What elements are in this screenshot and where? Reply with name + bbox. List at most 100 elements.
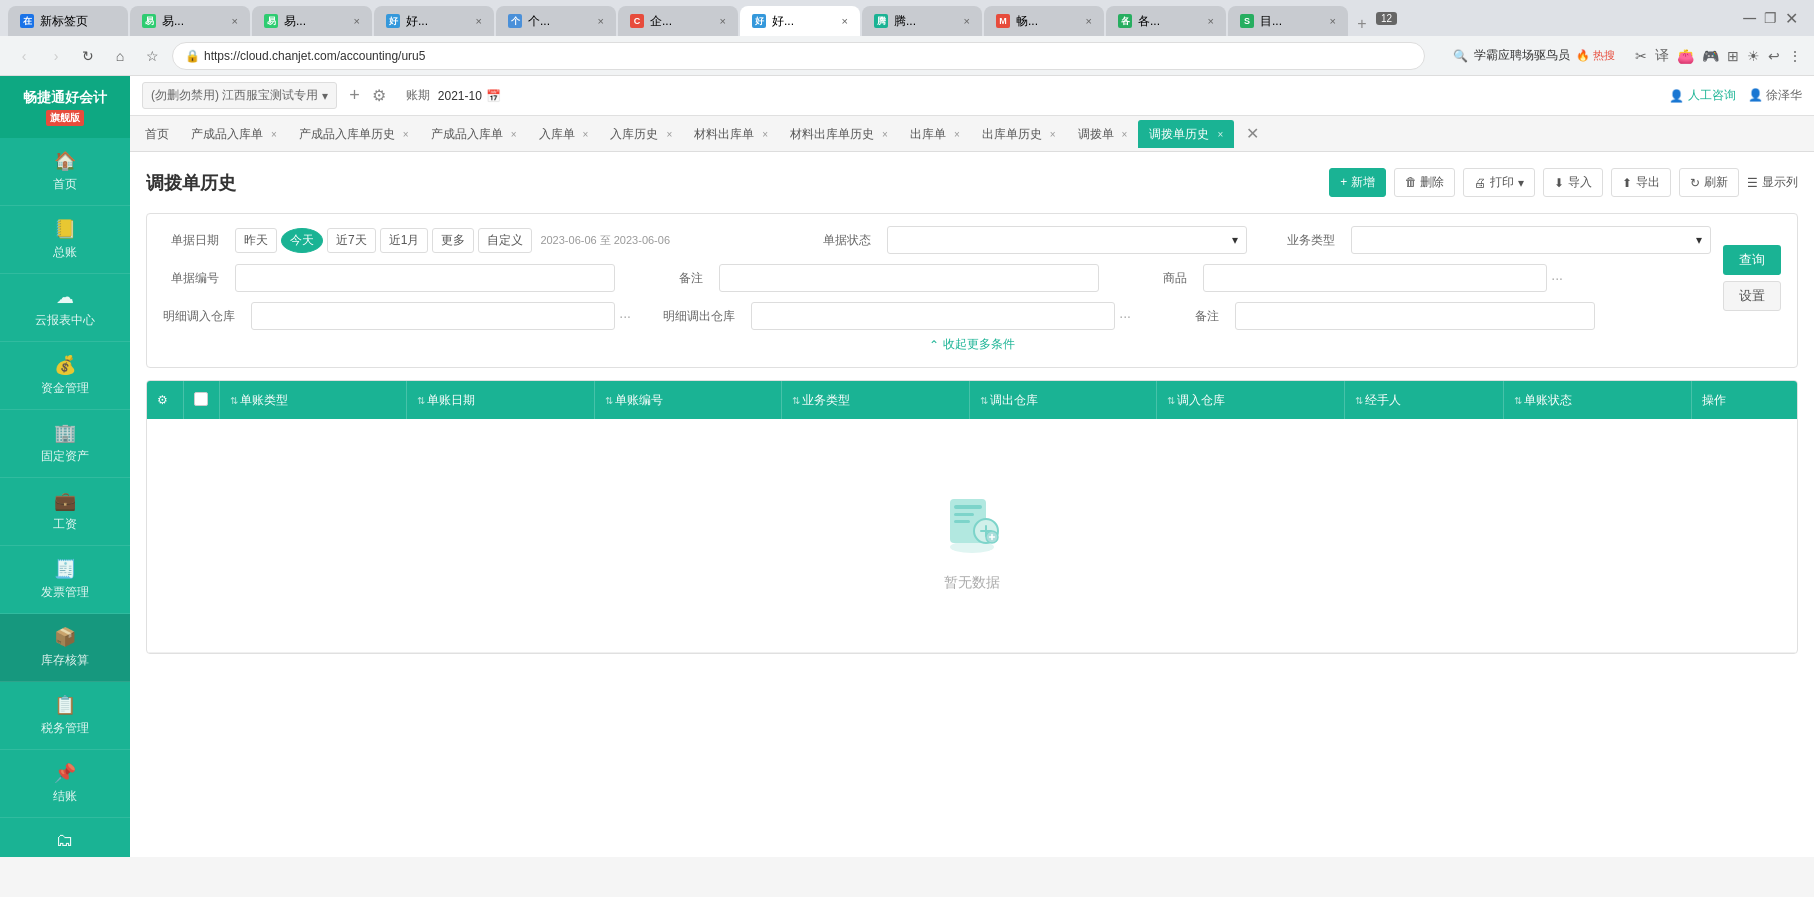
- add-company-btn[interactable]: +: [345, 85, 364, 106]
- browser-tab-3[interactable]: 易 易... ×: [252, 6, 372, 36]
- brightness-icon[interactable]: ☀: [1747, 48, 1760, 64]
- refresh-btn[interactable]: ↻ 刷新: [1679, 168, 1739, 197]
- setting-filter-btn[interactable]: 设置: [1723, 281, 1781, 311]
- date-custom-btn[interactable]: 自定义: [478, 228, 532, 253]
- sidebar-item-closing[interactable]: 📌 结账: [0, 750, 130, 818]
- company-selector[interactable]: (勿删勿禁用) 江西服宝测试专用 ▾: [142, 82, 337, 109]
- tab-inbound[interactable]: 入库单 ×: [528, 120, 600, 148]
- minimize-btn[interactable]: ─: [1743, 8, 1756, 29]
- th-doc-date[interactable]: ⇅ 单账日期: [407, 381, 595, 419]
- browser-tab-6[interactable]: C 企... ×: [618, 6, 738, 36]
- tab-outbound-close[interactable]: ×: [954, 129, 960, 140]
- tab-product-in-history-close[interactable]: ×: [403, 129, 409, 140]
- home-browser-btn[interactable]: ⌂: [108, 44, 132, 68]
- bookmark-btn[interactable]: ☆: [140, 44, 164, 68]
- new-tab-btn[interactable]: +: [1350, 12, 1374, 36]
- tab-transfer[interactable]: 调拨单 ×: [1067, 120, 1139, 148]
- tab-close-7[interactable]: ×: [842, 15, 848, 27]
- wallet-icon[interactable]: 👛: [1677, 48, 1694, 64]
- grid-icon[interactable]: ⊞: [1727, 48, 1739, 64]
- browser-tab-11[interactable]: S 目... ×: [1228, 6, 1348, 36]
- tab-material-out-history[interactable]: 材料出库单历史 ×: [779, 120, 899, 148]
- tab-close-3[interactable]: ×: [354, 15, 360, 27]
- settings-gear-btn[interactable]: ⚙: [372, 86, 386, 105]
- tab-transfer-history[interactable]: 调拨单历史 ×: [1138, 120, 1234, 148]
- tab-product-in2-close[interactable]: ×: [511, 129, 517, 140]
- close-btn[interactable]: ✕: [1785, 9, 1798, 28]
- th-status[interactable]: ⇅ 单账状态: [1504, 381, 1692, 419]
- th-in-warehouse[interactable]: ⇅ 调入仓库: [1157, 381, 1345, 419]
- goods-ellipsis-btn[interactable]: ···: [1551, 270, 1563, 286]
- browser-tab-7[interactable]: 好 好... ×: [740, 6, 860, 36]
- browser-tab-2[interactable]: 易 易... ×: [130, 6, 250, 36]
- translate-icon[interactable]: 译: [1655, 47, 1669, 65]
- sidebar-item-wage[interactable]: 💼 工资: [0, 478, 130, 546]
- biz-type-filter-select[interactable]: ▾: [1351, 226, 1711, 254]
- tab-close-11[interactable]: ×: [1330, 15, 1336, 27]
- status-filter-select[interactable]: ▾: [887, 226, 1247, 254]
- period-selector[interactable]: 2021-10 📅: [438, 89, 501, 103]
- tab-close-5[interactable]: ×: [598, 15, 604, 27]
- delete-btn[interactable]: 🗑 删除: [1394, 168, 1455, 197]
- date-7days-btn[interactable]: 近7天: [327, 228, 376, 253]
- import-btn[interactable]: ⬇ 导入: [1543, 168, 1603, 197]
- menu-icon[interactable]: ⋮: [1788, 48, 1802, 64]
- browser-tab-10[interactable]: 各 各... ×: [1106, 6, 1226, 36]
- tab-outbound-history[interactable]: 出库单历史 ×: [971, 120, 1067, 148]
- tab-product-in2[interactable]: 产成品入库单 ×: [420, 120, 528, 148]
- query-btn[interactable]: 查询: [1723, 245, 1781, 275]
- tab-inbound-history[interactable]: 入库历史 ×: [599, 120, 683, 148]
- tab-close-6[interactable]: ×: [720, 15, 726, 27]
- print-btn[interactable]: 🖨 打印 ▾: [1463, 168, 1535, 197]
- th-biz-type[interactable]: ⇅ 业务类型: [782, 381, 970, 419]
- game-icon[interactable]: 🎮: [1702, 48, 1719, 64]
- browser-tab-9[interactable]: M 畅... ×: [984, 6, 1104, 36]
- detail-in-ellipsis-btn[interactable]: ···: [619, 308, 631, 324]
- back-btn[interactable]: ‹: [12, 44, 36, 68]
- th-doc-no[interactable]: ⇅ 单账编号: [594, 381, 782, 419]
- goods-input[interactable]: [1203, 264, 1547, 292]
- note-input[interactable]: [719, 264, 1099, 292]
- refresh-browser-btn[interactable]: ↻: [76, 44, 100, 68]
- new-btn[interactable]: + 新增: [1329, 168, 1385, 197]
- tab-count-badge[interactable]: 12: [1376, 12, 1397, 25]
- sidebar-item-archive[interactable]: 🗂 归档管理: [0, 818, 130, 857]
- tab-outbound-history-close[interactable]: ×: [1050, 129, 1056, 140]
- date-yesterday-btn[interactable]: 昨天: [235, 228, 277, 253]
- date-more-btn[interactable]: 更多: [432, 228, 474, 253]
- sidebar-item-tax[interactable]: 📋 税务管理: [0, 682, 130, 750]
- tab-close-2[interactable]: ×: [232, 15, 238, 27]
- tab-inbound-history-close[interactable]: ×: [666, 129, 672, 140]
- show-cols-btn[interactable]: ☰ 显示列: [1747, 174, 1798, 191]
- th-out-warehouse[interactable]: ⇅ 调出仓库: [969, 381, 1157, 419]
- collapse-btn[interactable]: ⌃ 收起更多条件: [163, 330, 1781, 355]
- sidebar-item-home[interactable]: 🏠 首页: [0, 138, 130, 206]
- tab-close-9[interactable]: ×: [1086, 15, 1092, 27]
- tab-product-in-close[interactable]: ×: [271, 129, 277, 140]
- maximize-btn[interactable]: ❐: [1764, 10, 1777, 26]
- sidebar-item-fund[interactable]: 💰 资金管理: [0, 342, 130, 410]
- date-1month-btn[interactable]: 近1月: [380, 228, 429, 253]
- history-icon[interactable]: ↩: [1768, 48, 1780, 64]
- tab-inbound-close[interactable]: ×: [583, 129, 589, 140]
- sidebar-item-ledger[interactable]: 📒 总账: [0, 206, 130, 274]
- tab-outbound[interactable]: 出库单 ×: [899, 120, 971, 148]
- tab-transfer-history-close[interactable]: ×: [1217, 129, 1223, 140]
- detail-out-ellipsis-btn[interactable]: ···: [1119, 308, 1131, 324]
- browser-tab-8[interactable]: 腾 腾... ×: [862, 6, 982, 36]
- forward-btn[interactable]: ›: [44, 44, 68, 68]
- tab-close-4[interactable]: ×: [476, 15, 482, 27]
- date-today-btn[interactable]: 今天: [281, 228, 323, 253]
- browser-tab-4[interactable]: 好 好... ×: [374, 6, 494, 36]
- sidebar-item-report[interactable]: ☁ 云报表中心: [0, 274, 130, 342]
- tab-material-out-history-close[interactable]: ×: [882, 129, 888, 140]
- tab-material-out-close[interactable]: ×: [762, 129, 768, 140]
- scissors-icon[interactable]: ✂: [1635, 48, 1647, 64]
- service-btn[interactable]: 👤 人工咨询: [1669, 87, 1736, 104]
- address-bar[interactable]: 🔒 https://cloud.chanjet.com/accounting/u…: [172, 42, 1425, 70]
- tab-close-8[interactable]: ×: [964, 15, 970, 27]
- browser-tab-5[interactable]: 个 个... ×: [496, 6, 616, 36]
- doc-no-input[interactable]: [235, 264, 615, 292]
- tab-product-in[interactable]: 产成品入库单 ×: [180, 120, 288, 148]
- sidebar-item-fixed[interactable]: 🏢 固定资产: [0, 410, 130, 478]
